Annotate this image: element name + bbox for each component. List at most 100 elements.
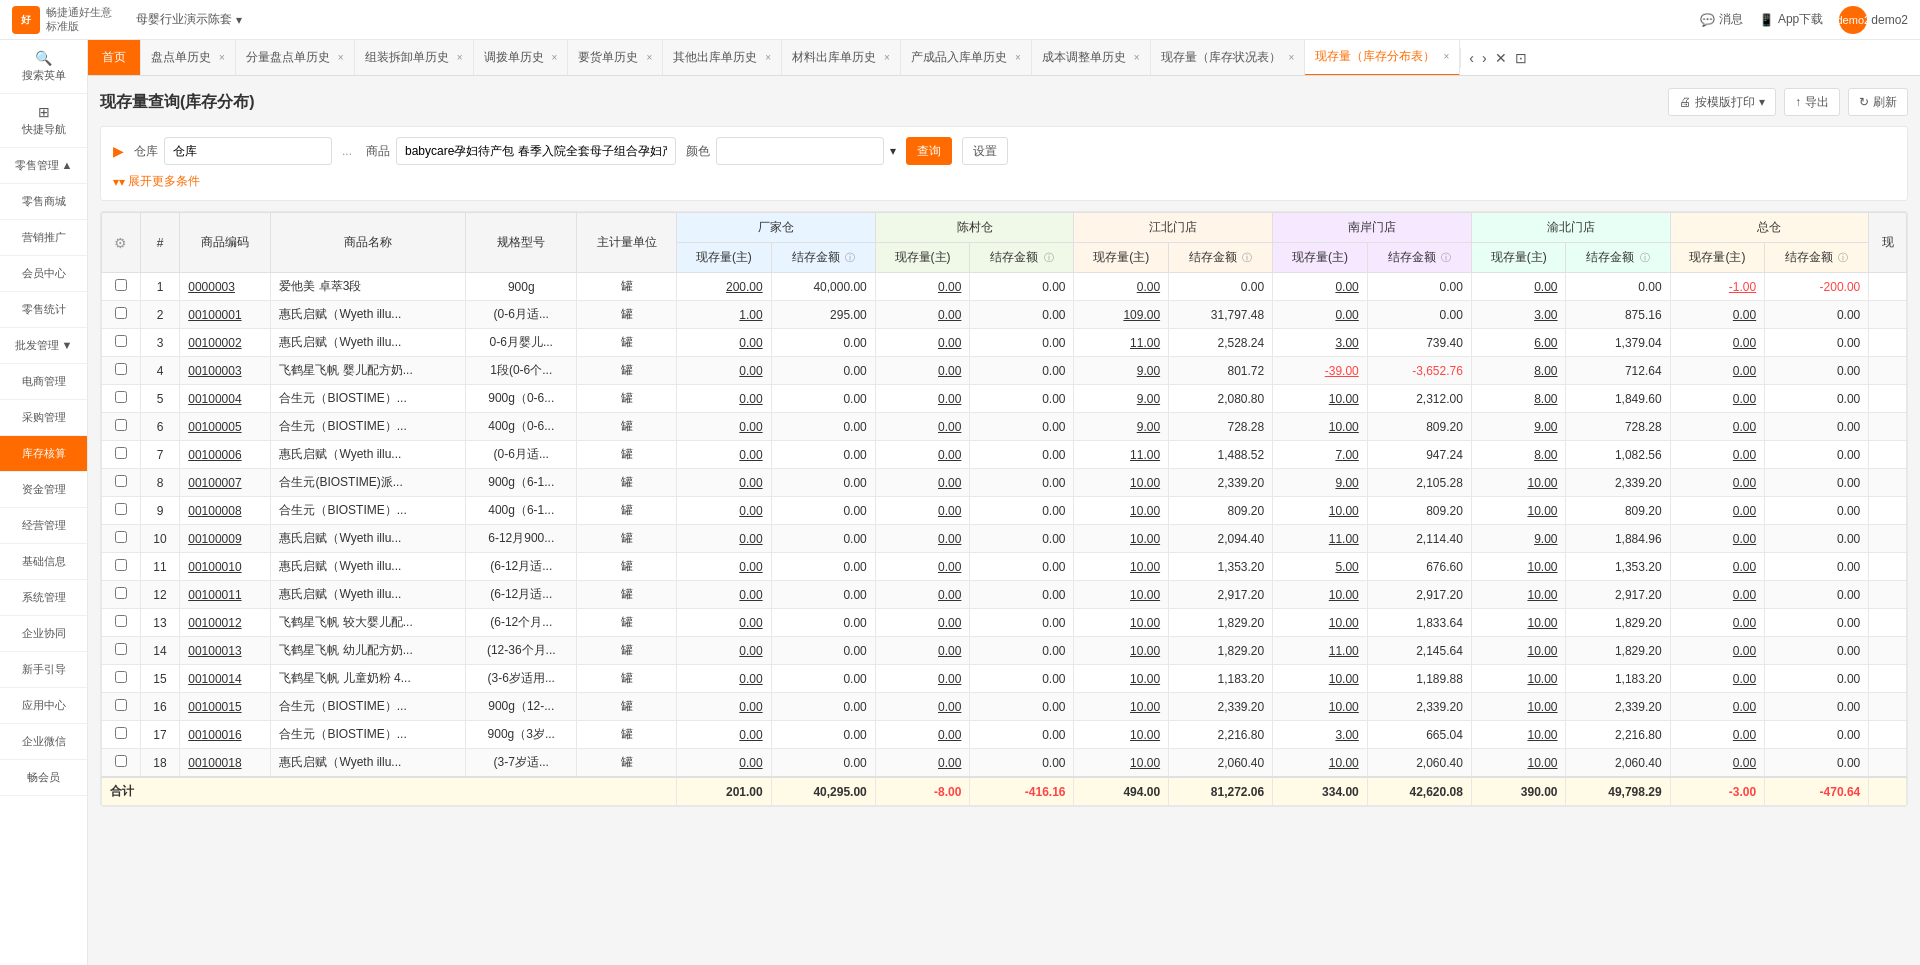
sidebar-item-search[interactable]: 🔍 搜索英单 [0, 40, 87, 94]
row-w2-curr[interactable]: 0.00 [875, 357, 970, 385]
row-w4-curr[interactable]: 0.00 [1273, 273, 1368, 301]
row-w4-curr[interactable]: 10.00 [1273, 497, 1368, 525]
row-code[interactable]: 00100009 [180, 525, 271, 553]
row-w2-curr[interactable]: 0.00 [875, 497, 970, 525]
info-icon-2[interactable]: ⓘ [1044, 252, 1054, 263]
row-w5-curr[interactable]: 10.00 [1471, 721, 1566, 749]
row-w5-curr[interactable]: 10.00 [1471, 609, 1566, 637]
row-w5-curr[interactable]: 8.00 [1471, 385, 1566, 413]
row-w4-curr[interactable]: 10.00 [1273, 609, 1368, 637]
sidebar-item-nav[interactable]: ⊞ 快捷导航 [0, 94, 87, 148]
row-checkbox[interactable] [102, 273, 141, 301]
row-code[interactable]: 00100013 [180, 637, 271, 665]
row-w3-curr[interactable]: 10.00 [1074, 469, 1169, 497]
row-w2-curr[interactable]: 0.00 [875, 329, 970, 357]
row-w1-curr[interactable]: 0.00 [677, 665, 772, 693]
tab-close-stock-distribution[interactable]: × [1443, 51, 1449, 62]
row-w3-curr[interactable]: 11.00 [1074, 441, 1169, 469]
row-wt-curr[interactable]: 0.00 [1670, 525, 1765, 553]
row-w5-curr[interactable]: 10.00 [1471, 581, 1566, 609]
row-wt-curr[interactable]: 0.00 [1670, 721, 1765, 749]
row-w4-curr[interactable]: 10.00 [1273, 749, 1368, 778]
row-code[interactable]: 00100010 [180, 553, 271, 581]
message-btn[interactable]: 💬 消息 [1700, 11, 1743, 28]
print-btn[interactable]: 🖨 按模版打印 ▾ [1668, 88, 1776, 116]
row-w1-curr[interactable]: 0.00 [677, 749, 772, 778]
row-w1-curr[interactable]: 0.00 [677, 441, 772, 469]
row-w1-curr[interactable]: 0.00 [677, 721, 772, 749]
row-w5-curr[interactable]: 10.00 [1471, 749, 1566, 778]
tab-requisition[interactable]: 要货单历史 × [568, 40, 663, 76]
sidebar-item-finance[interactable]: 资金管理 [0, 472, 87, 508]
row-w2-curr[interactable]: 0.00 [875, 609, 970, 637]
refresh-btn[interactable]: ↻ 刷新 [1848, 88, 1908, 116]
row-w4-curr[interactable]: 11.00 [1273, 637, 1368, 665]
row-w3-curr[interactable]: 9.00 [1074, 385, 1169, 413]
export-btn[interactable]: ↑ 导出 [1784, 88, 1840, 116]
tab-close-inventory-history[interactable]: × [219, 52, 225, 63]
row-wt-curr[interactable]: 0.00 [1670, 385, 1765, 413]
row-w3-curr[interactable]: 10.00 [1074, 665, 1169, 693]
row-w4-curr[interactable]: 3.00 [1273, 329, 1368, 357]
sidebar-item-member[interactable]: 会员中心 [0, 256, 87, 292]
tab-close-other-out[interactable]: × [765, 52, 771, 63]
row-w2-curr[interactable]: 0.00 [875, 721, 970, 749]
row-code[interactable]: 00100002 [180, 329, 271, 357]
row-checkbox[interactable] [102, 469, 141, 497]
row-w4-curr[interactable]: 11.00 [1273, 525, 1368, 553]
row-w4-curr[interactable]: 0.00 [1273, 301, 1368, 329]
row-wt-curr[interactable]: 0.00 [1670, 665, 1765, 693]
sidebar-item-retail-stats[interactable]: 零售统计 [0, 292, 87, 328]
tab-close-transfer[interactable]: × [552, 52, 558, 63]
row-checkbox[interactable] [102, 553, 141, 581]
row-w2-curr[interactable]: 0.00 [875, 441, 970, 469]
tab-inventory-history[interactable]: 盘点单历史 × [141, 40, 236, 76]
sidebar-item-wholesale[interactable]: 批发管理 ▼ [0, 328, 87, 364]
row-code[interactable]: 0000003 [180, 273, 271, 301]
row-w2-curr[interactable]: 0.00 [875, 749, 970, 778]
tab-stock-distribution[interactable]: 现存量（库存分布表） × [1305, 40, 1460, 76]
row-w3-curr[interactable]: 9.00 [1074, 413, 1169, 441]
row-w4-curr[interactable]: 10.00 [1273, 693, 1368, 721]
row-w1-curr[interactable]: 0.00 [677, 497, 772, 525]
row-w2-curr[interactable]: 0.00 [875, 693, 970, 721]
row-w5-curr[interactable]: 10.00 [1471, 469, 1566, 497]
row-wt-curr[interactable]: 0.00 [1670, 357, 1765, 385]
row-w3-curr[interactable]: 109.00 [1074, 301, 1169, 329]
tab-nav-next[interactable]: › [1478, 48, 1491, 68]
row-w4-curr[interactable]: 10.00 [1273, 665, 1368, 693]
tab-home[interactable]: 首页 [88, 40, 141, 76]
row-w1-curr[interactable]: 0.00 [677, 693, 772, 721]
row-code[interactable]: 00100008 [180, 497, 271, 525]
row-w3-curr[interactable]: 11.00 [1074, 329, 1169, 357]
row-w5-curr[interactable]: 10.00 [1471, 637, 1566, 665]
row-wt-curr[interactable]: -1.00 [1670, 273, 1765, 301]
row-w5-curr[interactable]: 10.00 [1471, 497, 1566, 525]
tab-product-in[interactable]: 产成品入库单历史 × [901, 40, 1032, 76]
sidebar-item-system[interactable]: 系统管理 [0, 580, 87, 616]
row-wt-curr[interactable]: 0.00 [1670, 469, 1765, 497]
row-code[interactable]: 00100014 [180, 665, 271, 693]
row-code[interactable]: 00100001 [180, 301, 271, 329]
row-w5-curr[interactable]: 0.00 [1471, 273, 1566, 301]
sidebar-item-app-center[interactable]: 应用中心 [0, 688, 87, 724]
row-w1-curr[interactable]: 200.00 [677, 273, 772, 301]
row-wt-curr[interactable]: 0.00 [1670, 637, 1765, 665]
row-w1-curr[interactable]: 0.00 [677, 357, 772, 385]
tab-nav-expand[interactable]: ⊡ [1511, 48, 1531, 68]
row-wt-curr[interactable]: 0.00 [1670, 693, 1765, 721]
row-w4-curr[interactable]: 5.00 [1273, 553, 1368, 581]
info-icon-4[interactable]: ⓘ [1441, 252, 1451, 263]
row-checkbox[interactable] [102, 749, 141, 778]
sidebar-item-guide[interactable]: 新手引导 [0, 652, 87, 688]
row-w5-curr[interactable]: 9.00 [1471, 413, 1566, 441]
row-w4-curr[interactable]: -39.00 [1273, 357, 1368, 385]
row-w3-curr[interactable]: 10.00 [1074, 637, 1169, 665]
row-w1-curr[interactable]: 0.00 [677, 413, 772, 441]
row-checkbox[interactable] [102, 525, 141, 553]
row-w1-curr[interactable]: 0.00 [677, 609, 772, 637]
row-checkbox[interactable] [102, 329, 141, 357]
row-checkbox[interactable] [102, 637, 141, 665]
row-w2-curr[interactable]: 0.00 [875, 525, 970, 553]
tab-assembly[interactable]: 组装拆卸单历史 × [355, 40, 474, 76]
